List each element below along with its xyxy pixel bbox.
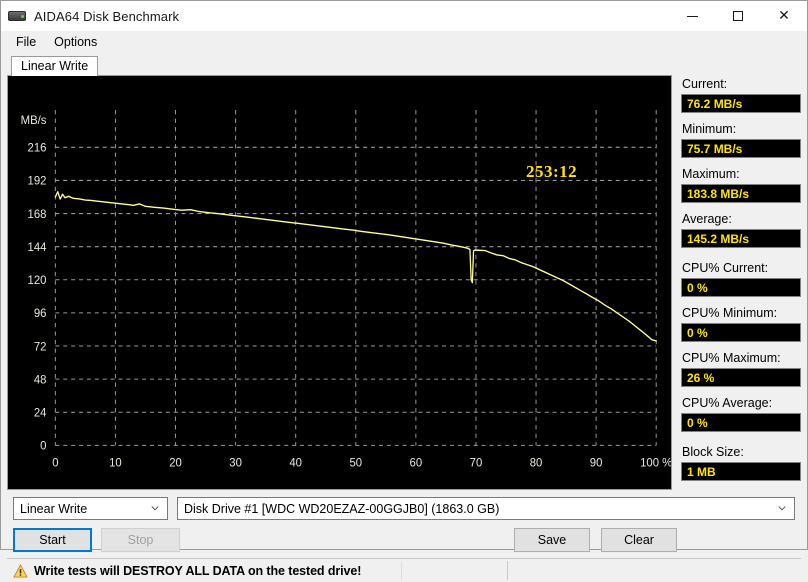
test-type-select[interactable]: Linear Write <box>13 497 168 520</box>
stat-value: 75.7 MB/s <box>681 139 801 158</box>
y-tick-label: 48 <box>34 372 47 387</box>
x-tick-label: 80 <box>530 455 543 470</box>
selectors-row: Linear Write Disk Drive #1 [WDC WD20EZAZ… <box>13 497 795 520</box>
disk-drive-icon <box>8 9 26 23</box>
y-tick-label: 72 <box>34 339 47 354</box>
status-bar: Write tests will DESTROY ALL DATA on the… <box>7 558 801 582</box>
stat-value: 183.8 MB/s <box>681 184 801 203</box>
stat-label: CPU% Maximum: <box>682 351 801 366</box>
stat-label: Maximum: <box>682 167 801 182</box>
stat-label: Average: <box>682 212 801 227</box>
x-tick-label: 10 <box>109 455 122 470</box>
minimize-button[interactable] <box>669 1 715 31</box>
maximize-icon <box>733 11 743 21</box>
x-tick-label: 90 <box>590 455 603 470</box>
content-area: Linear Write 0 24 48 72 96 120 144 168 192 216 MB/… <box>1 54 807 582</box>
chart-svg: 0 24 48 72 96 120 144 168 192 216 MB/s 0 10 20 30 40 50 6… <box>8 76 671 489</box>
y-tick-label: 192 <box>28 173 47 188</box>
stat-label: Block Size: <box>682 445 801 460</box>
window-title: AIDA64 Disk Benchmark <box>34 9 179 24</box>
stat-label: CPU% Average: <box>682 396 801 411</box>
close-button[interactable]: ✕ <box>761 1 807 31</box>
x-tick-label: 20 <box>169 455 182 470</box>
x-tick-label: 50 <box>349 455 362 470</box>
y-tick-label: 144 <box>28 240 47 255</box>
x-tick-label: 100 % <box>640 455 671 470</box>
stat-value: 0 % <box>681 323 801 342</box>
x-tick-label: 30 <box>229 455 242 470</box>
stat-value: 0 % <box>681 413 801 432</box>
warning-icon <box>13 564 28 578</box>
y-tick-label: 168 <box>28 206 47 221</box>
app-window: AIDA64 Disk Benchmark ✕ File Options Lin… <box>0 0 808 550</box>
chevron-down-icon <box>778 504 786 512</box>
test-type-value: Linear Write <box>20 502 87 516</box>
statistics-panel: Current: 76.2 MB/s Minimum: 75.7 MB/s Maximu… <box>681 75 801 490</box>
main-row: 0 24 48 72 96 120 144 168 192 216 MB/s 0 10 20 30 40 50 6… <box>7 75 801 490</box>
stat-value: 26 % <box>681 368 801 387</box>
stat-label: Current: <box>682 77 801 92</box>
y-tick-label: 96 <box>34 306 47 321</box>
tab-linear-write[interactable]: Linear Write <box>11 56 98 76</box>
stat-label: CPU% Current: <box>682 261 801 276</box>
x-tick-label: 0 <box>52 455 59 470</box>
x-tick-label: 40 <box>289 455 302 470</box>
minimize-icon <box>687 16 698 17</box>
tab-strip: Linear Write <box>7 54 801 75</box>
menu-bar: File Options <box>1 31 807 54</box>
buttons-row: Start Stop Save Clear <box>13 528 795 552</box>
stat-value: 145.2 MB/s <box>681 229 801 248</box>
stat-value: 1 MB <box>681 462 801 481</box>
warning-message: Write tests will DESTROY ALL DATA on the… <box>34 564 361 578</box>
y-tick-label: 216 <box>28 140 47 155</box>
stat-value: 76.2 MB/s <box>681 94 801 113</box>
y-tick-label: 24 <box>34 405 47 420</box>
stat-value: 0 % <box>681 278 801 297</box>
stop-button: Stop <box>101 528 180 552</box>
start-button[interactable]: Start <box>13 528 92 552</box>
stat-label: Minimum: <box>682 122 801 137</box>
benchmark-chart: 0 24 48 72 96 120 144 168 192 216 MB/s 0 10 20 30 40 50 6… <box>7 75 672 490</box>
y-axis-label: MB/s <box>21 112 47 127</box>
window-controls: ✕ <box>669 1 807 31</box>
clear-button[interactable]: Clear <box>601 528 677 552</box>
y-tick-label: 120 <box>28 273 47 288</box>
maximize-button[interactable] <box>715 1 761 31</box>
drive-select-value: Disk Drive #1 [WDC WD20EZAZ-00GGJB0] (18… <box>184 502 499 516</box>
close-icon: ✕ <box>778 11 790 21</box>
chart-canvas: 0 24 48 72 96 120 144 168 192 216 MB/s 0 10 20 30 40 50 6… <box>8 76 671 489</box>
elapsed-timer: 253:12 <box>526 162 577 182</box>
controls-area: Linear Write Disk Drive #1 [WDC WD20EZAZ… <box>7 490 801 552</box>
menu-item-file[interactable]: File <box>7 33 45 51</box>
status-divider-2 <box>507 561 508 580</box>
x-tick-label: 60 <box>410 455 423 470</box>
title-bar: AIDA64 Disk Benchmark ✕ <box>1 1 807 31</box>
menu-item-options[interactable]: Options <box>45 33 106 51</box>
x-tick-label: 70 <box>470 455 483 470</box>
status-divider-1 <box>401 561 402 580</box>
drive-select[interactable]: Disk Drive #1 [WDC WD20EZAZ-00GGJB0] (18… <box>177 497 795 520</box>
stat-label: CPU% Minimum: <box>682 306 801 321</box>
save-button[interactable]: Save <box>514 528 590 552</box>
y-tick-label: 0 <box>40 438 47 453</box>
chevron-down-icon <box>151 504 159 512</box>
